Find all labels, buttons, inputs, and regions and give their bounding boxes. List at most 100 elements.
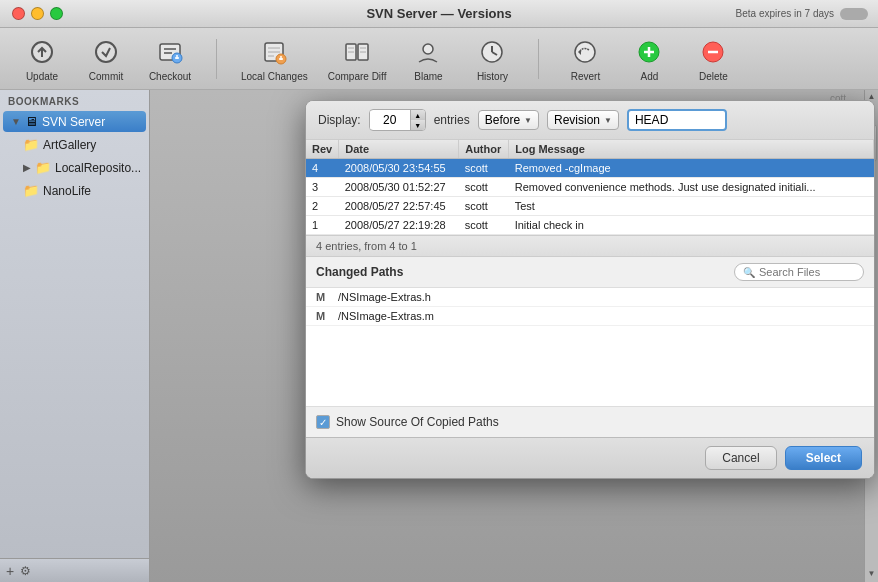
paths-empty-space (306, 326, 874, 406)
log-table-area: Rev Date Author Log Message 4 2008/05/30… (306, 140, 874, 235)
before-select[interactable]: Before ▼ (478, 110, 539, 130)
before-arrow-icon: ▼ (524, 116, 532, 125)
checkout-label: Checkout (149, 71, 191, 82)
cell-author: scott (459, 159, 509, 178)
sidebar-item-label: SVN Server (42, 115, 105, 129)
sidebar-item-label: ArtGallery (43, 138, 96, 152)
toolbar-local-changes-button[interactable]: Local Changes (241, 36, 308, 82)
beta-pill (840, 8, 868, 20)
changed-paths-list: M /NSImage-Extras.h M /NSImage-Extras.m (306, 288, 874, 406)
beta-badge: Beta expires in 7 days (736, 8, 868, 20)
folder-icon: 📁 (23, 137, 39, 152)
col-header-author: Author (459, 140, 509, 159)
sidebar-item-svn-server[interactable]: ▼ 🖥 SVN Server (3, 111, 146, 132)
server-icon: 🖥 (25, 114, 38, 129)
cell-date: 2008/05/27 22:19:28 (339, 216, 459, 235)
main-area: BOOKMARKS ▼ 🖥 SVN Server 📁 ArtGallery ▶ … (0, 90, 878, 582)
sidebar-item-local-repository[interactable]: ▶ 📁 LocalReposito... (3, 157, 146, 178)
content-area: cott cott cott cott cott cott cott cott … (150, 90, 878, 582)
cell-rev: 3 (306, 178, 339, 197)
beta-text: Beta expires in 7 days (736, 8, 834, 19)
table-row[interactable]: 1 2008/05/27 22:19:28 scott Initial chec… (306, 216, 874, 235)
svg-point-2 (96, 42, 116, 62)
toolbar-blame-button[interactable]: Blame (406, 36, 450, 82)
cell-rev: 2 (306, 197, 339, 216)
delete-icon (697, 36, 729, 68)
triangle-icon: ▼ (11, 116, 21, 127)
checkout-icon (154, 36, 186, 68)
blame-label: Blame (414, 71, 442, 82)
list-item[interactable]: M /NSImage-Extras.h (306, 288, 874, 307)
select-button[interactable]: Select (785, 446, 862, 470)
toolbar-compare-diff-button[interactable]: Compare Diff (328, 36, 387, 82)
path-status: M (316, 310, 330, 322)
show-source-checkbox[interactable]: ✓ (316, 415, 330, 429)
add-label: Add (641, 71, 659, 82)
sidebar-item-art-gallery[interactable]: 📁 ArtGallery (3, 134, 146, 155)
table-row[interactable]: 3 2008/05/30 01:52:27 scott Removed conv… (306, 178, 874, 197)
stepper-down-button[interactable]: ▼ (411, 120, 425, 130)
toolbar-separator-1 (216, 39, 217, 79)
add-bookmark-button[interactable]: + (6, 563, 14, 579)
cell-rev: 1 (306, 216, 339, 235)
cell-author: scott (459, 216, 509, 235)
toolbar-separator-2 (538, 39, 539, 79)
cell-message: Removed -cgImage (509, 159, 874, 178)
toolbar-add-button[interactable]: Add (627, 36, 671, 82)
toolbar-revert-button[interactable]: Revert (563, 36, 607, 82)
sidebar-item-label: NanoLife (43, 184, 91, 198)
bookmarks-header: BOOKMARKS (0, 90, 149, 110)
before-label: Before (485, 113, 520, 127)
revert-label: Revert (571, 71, 600, 82)
cancel-button[interactable]: Cancel (705, 446, 776, 470)
add-icon (633, 36, 665, 68)
local-changes-icon (258, 36, 290, 68)
stepper-up-button[interactable]: ▲ (411, 110, 425, 120)
sidebar-item-nanolife[interactable]: 📁 NanoLife (3, 180, 146, 201)
path-name: /NSImage-Extras.m (338, 310, 434, 322)
window-controls (12, 7, 63, 20)
commit-icon (90, 36, 122, 68)
count-stepper[interactable]: ▲ ▼ (369, 109, 426, 131)
window-title: SVN Server — Versions (366, 6, 511, 21)
folder-icon: 📁 (23, 183, 39, 198)
svg-point-22 (423, 44, 433, 54)
head-input[interactable] (627, 109, 727, 131)
revision-label: Revision (554, 113, 600, 127)
col-header-date: Date (339, 140, 459, 159)
cell-date: 2008/05/27 22:57:45 (339, 197, 459, 216)
minimize-button[interactable] (31, 7, 44, 20)
table-row[interactable]: 2 2008/05/27 22:57:45 scott Test (306, 197, 874, 216)
changed-paths-title: Changed Paths (316, 265, 403, 279)
toolbar-update-button[interactable]: Update (20, 36, 64, 82)
summary-bar: 4 entries, from 4 to 1 (306, 235, 874, 257)
toolbar-commit-button[interactable]: Commit (84, 36, 128, 82)
col-header-rev: Rev (306, 140, 339, 159)
cell-message: Removed convenience methods. Just use de… (509, 178, 874, 197)
cell-rev: 4 (306, 159, 339, 178)
search-input[interactable] (759, 266, 859, 278)
update-icon (26, 36, 58, 68)
revision-select[interactable]: Revision ▼ (547, 110, 619, 130)
toolbar-checkout-button[interactable]: Checkout (148, 36, 192, 82)
search-box[interactable]: 🔍 (734, 263, 864, 281)
settings-button[interactable]: ⚙ (20, 564, 31, 578)
list-item[interactable]: M /NSImage-Extras.m (306, 307, 874, 326)
history-icon (476, 36, 508, 68)
commit-label: Commit (89, 71, 123, 82)
toolbar-delete-button[interactable]: Delete (691, 36, 735, 82)
scroll-down-arrow[interactable]: ▼ (866, 567, 878, 580)
path-status: M (316, 291, 330, 303)
compare-diff-label: Compare Diff (328, 71, 387, 82)
sidebar-bottom-bar: + ⚙ (0, 558, 149, 582)
maximize-button[interactable] (50, 7, 63, 20)
toolbar-history-button[interactable]: History (470, 36, 514, 82)
stepper-buttons: ▲ ▼ (410, 110, 425, 130)
count-input[interactable] (370, 111, 410, 129)
summary-text: 4 entries, from 4 to 1 (316, 240, 417, 252)
update-label: Update (26, 71, 58, 82)
col-header-message: Log Message (509, 140, 874, 159)
table-row[interactable]: 4 2008/05/30 23:54:55 scott Removed -cgI… (306, 159, 874, 178)
toolbar: Update Commit Checkout (0, 28, 878, 90)
close-button[interactable] (12, 7, 25, 20)
